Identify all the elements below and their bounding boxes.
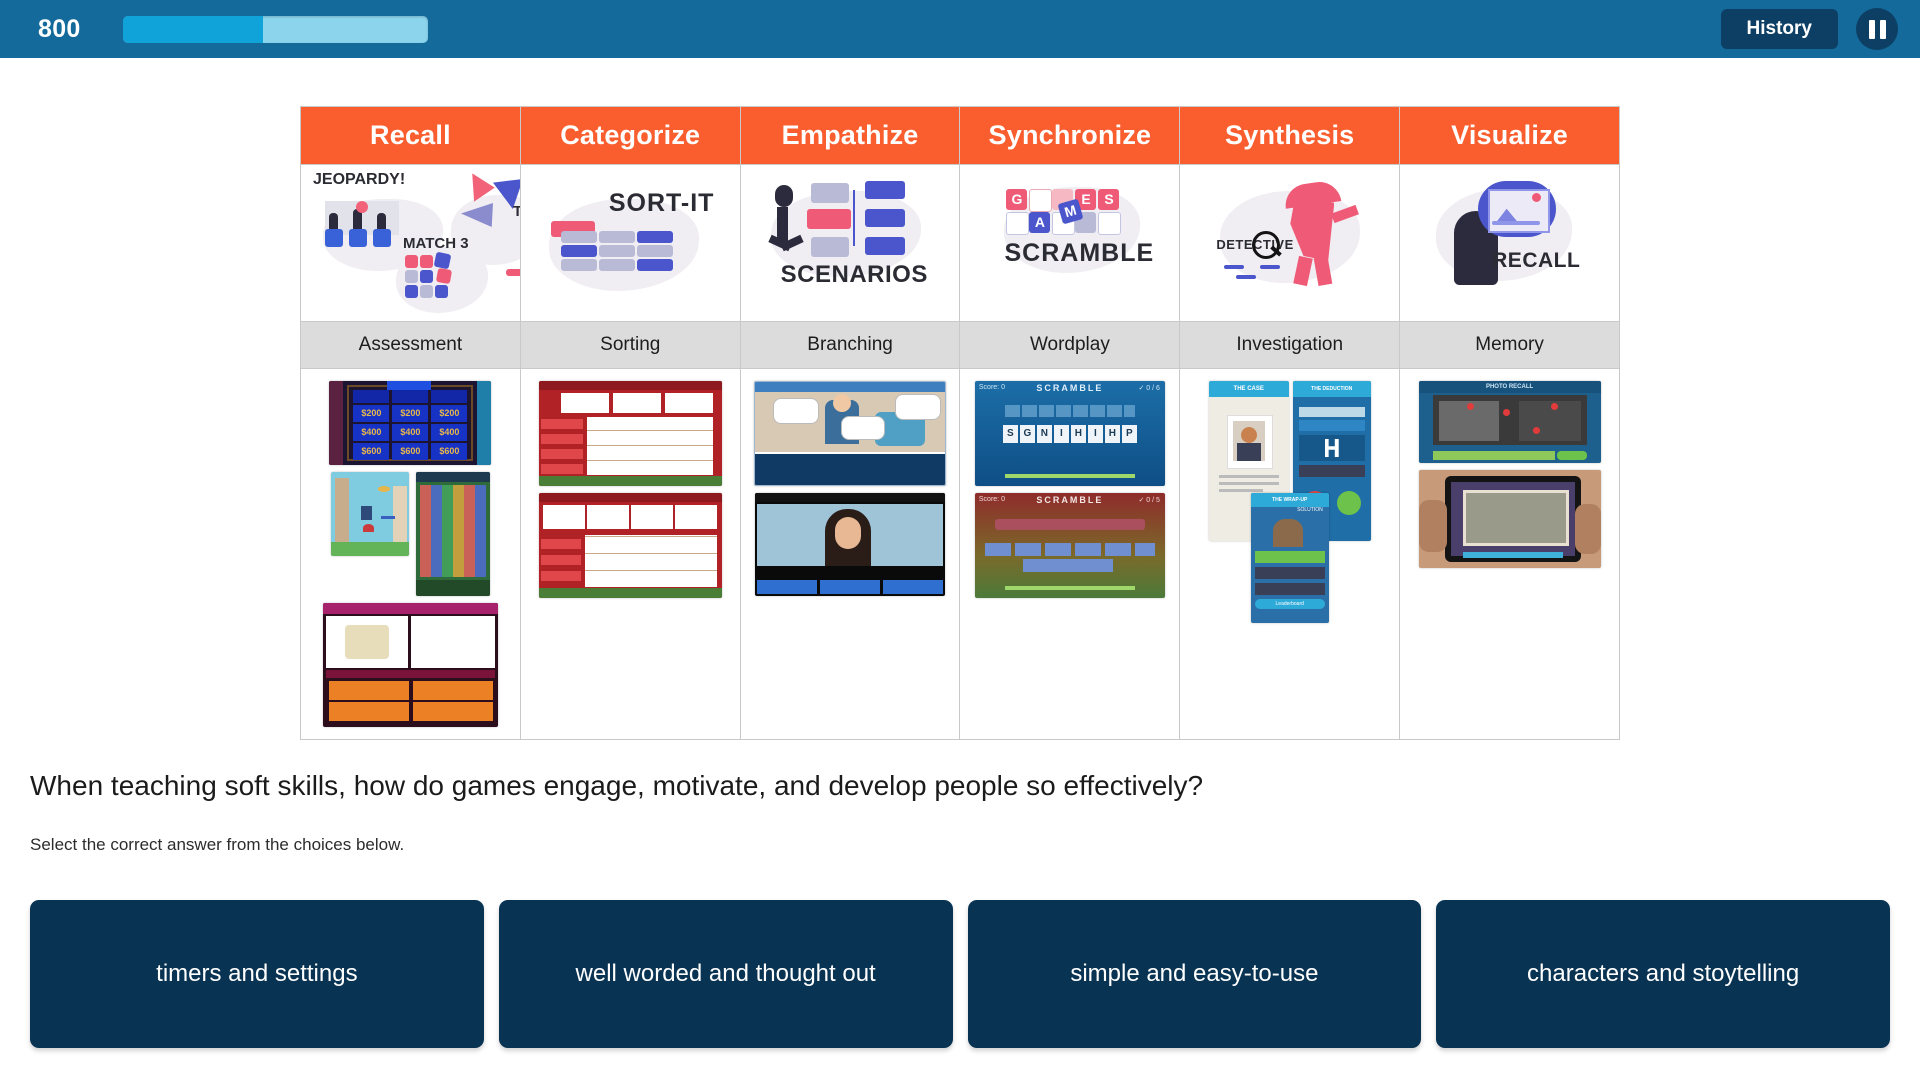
shot-group-recall: $200 $200 $200 $400 $400 $400 $600 $600 … (301, 369, 520, 739)
label-sort-it: SORT-IT (608, 189, 715, 217)
question-text: When teaching soft skills, how do games … (30, 770, 1204, 801)
illustration-visualize: RECALL (1399, 164, 1620, 322)
shot-group-categorize (521, 369, 740, 610)
screenshots-synthesis: THE CASE THE DEDUCTION THE WRAP-UP SOLUT… (1179, 368, 1401, 740)
screenshots-recall: $200 $200 $200 $400 $400 $400 $600 $600 … (300, 368, 521, 740)
label-scenarios: SCENARIOS (780, 261, 928, 288)
shot-food-sorting (538, 493, 722, 598)
answer-options: timers and settings well worded and thou… (30, 900, 1890, 1048)
answer-option-3[interactable]: simple and easy-to-use (967, 900, 1422, 1048)
top-bar-controls: History (1720, 8, 1898, 50)
shot-the-wrap-up: THE WRAP-UP SOLUTION Leaderboard (1250, 493, 1329, 623)
answer-option-4[interactable]: characters and stoytelling (1436, 900, 1890, 1048)
shot-jeopardy-board: $200 $200 $200 $400 $400 $400 $600 $600 … (329, 381, 492, 465)
matrix-subtitle-assessment: Assessment (300, 321, 521, 369)
matrix-header-row: Recall Categorize Empathize Synchronize … (300, 106, 1620, 165)
answer-option-2[interactable]: well worded and thought out (498, 900, 953, 1048)
pause-button[interactable] (1856, 8, 1898, 50)
screenshots-synchronize: Score: 0 SCRAMBLE ✓ 0 / 6 S G N I H I H (959, 368, 1181, 740)
matrix-subtitle-investigation: Investigation (1179, 321, 1401, 369)
shot-clinical-sorting (538, 381, 722, 486)
illustration-synchronize: G E S A M SCRAMBLE (959, 164, 1181, 322)
answer-option-1[interactable]: timers and settings (30, 900, 484, 1048)
scramble-tile-a: A (1029, 212, 1051, 233)
label-recall: RECALL (1492, 249, 1581, 272)
recall-art: JEOPARDY! TRIVIA MATCH 3 (301, 165, 520, 321)
shot-group-synchronize: Score: 0 SCRAMBLE ✓ 0 / 6 S G N I H I H (960, 369, 1179, 610)
top-bar: 800 History (0, 0, 1920, 58)
matrix-header-synchronize: Synchronize (959, 106, 1181, 165)
screenshots-categorize (519, 368, 741, 740)
matrix-subtitle-sorting: Sorting (519, 321, 741, 369)
label-trivia: TRIVIA (513, 203, 520, 220)
synchronize-art: G E S A M SCRAMBLE (960, 165, 1179, 321)
shot-match3-grid (415, 472, 490, 596)
matrix-header-visualize: Visualize (1399, 106, 1620, 165)
synthesis-art: DETECTIVE (1180, 165, 1399, 321)
game-type-matrix: Recall Categorize Empathize Synchronize … (300, 106, 1620, 740)
history-button[interactable]: History (1720, 9, 1838, 49)
content-media-area: Recall Categorize Empathize Synchronize … (0, 58, 1920, 758)
matrix-header-categorize: Categorize (519, 106, 741, 165)
label-jeopardy: JEOPARDY! (313, 171, 406, 188)
shot-group-synthesis: THE CASE THE DEDUCTION THE WRAP-UP SOLUT… (1180, 369, 1399, 635)
shot-scramble-red: Score: 0 SCRAMBLE ✓ 0 / 5 (974, 493, 1165, 598)
pause-icon-bar-left (1868, 19, 1875, 39)
matrix-screenshot-row: $200 $200 $200 $400 $400 $400 $600 $600 … (300, 368, 1620, 740)
matrix-subtitle-memory: Memory (1399, 321, 1620, 369)
matrix-header-empathize: Empathize (739, 106, 961, 165)
matrix-subtitle-row: Assessment Sorting Branching Wordplay In… (300, 321, 1620, 369)
shot-comic-scenario (754, 381, 947, 486)
shot-platformer-jump (330, 472, 409, 556)
shot-quiz-choices (322, 603, 498, 727)
screenshots-empathize (739, 368, 961, 740)
matrix-subtitle-branching: Branching (739, 321, 961, 369)
shot-group-empathize (741, 369, 960, 608)
illustration-recall: JEOPARDY! TRIVIA MATCH 3 (300, 164, 521, 322)
shot-photo-recall: PHOTO RECALL (1418, 381, 1601, 463)
illustration-synthesis: DETECTIVE (1179, 164, 1401, 322)
shot-video-scenario (755, 493, 946, 596)
question-instruction: Select the correct answer from the choic… (30, 835, 405, 854)
shot-scramble-blue: Score: 0 SCRAMBLE ✓ 0 / 6 S G N I H I H (974, 381, 1165, 486)
illustration-empathize: SCENARIOS (739, 164, 961, 322)
score-display: 800 (38, 14, 81, 43)
screenshots-visualize: PHOTO RECALL (1399, 368, 1620, 740)
illustration-categorize: SORT-IT (519, 164, 741, 322)
pause-icon-bar-right (1879, 19, 1886, 39)
empathize-art: SCENARIOS (741, 165, 960, 321)
progress-bar-fill (122, 15, 263, 43)
matrix-header-recall: Recall (300, 106, 521, 165)
label-match3: MATCH 3 (403, 235, 469, 252)
progress-bar (122, 15, 428, 43)
label-scramble: SCRAMBLE (1004, 239, 1155, 267)
visualize-art: RECALL (1400, 165, 1619, 321)
categorize-art: SORT-IT (521, 165, 740, 321)
scramble-tile-s: S (1098, 189, 1120, 210)
matrix-illustration-row: JEOPARDY! TRIVIA MATCH 3 (300, 164, 1620, 322)
shot-group-visualize: PHOTO RECALL (1400, 369, 1619, 580)
shot-tablet-hidden-object (1418, 470, 1601, 568)
scramble-tile-g: G (1006, 189, 1028, 210)
matrix-header-synthesis: Synthesis (1179, 106, 1401, 165)
matrix-subtitle-wordplay: Wordplay (959, 321, 1181, 369)
